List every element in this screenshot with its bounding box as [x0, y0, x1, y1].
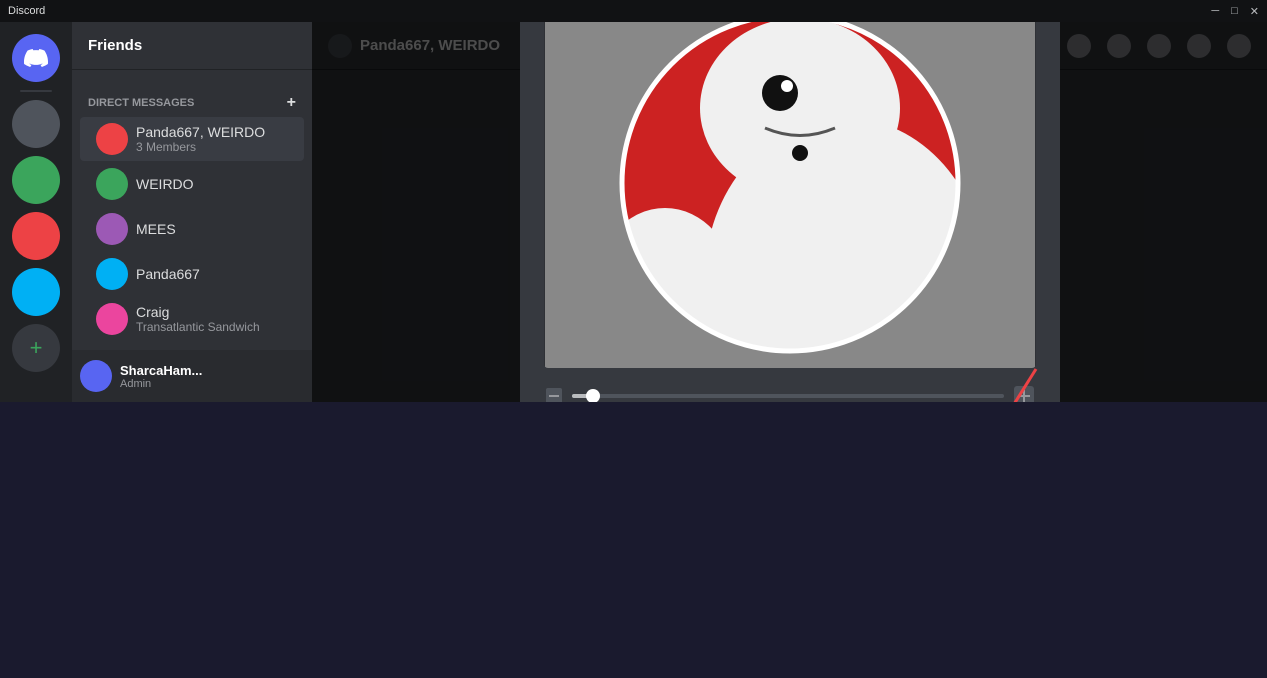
channel-sidebar-header: Friends — [72, 22, 312, 70]
channel-sub-craig: Transatlantic Sandwich — [136, 320, 260, 334]
username: SharcaHam... — [120, 363, 202, 378]
channel-list: DIRECT MESSAGES + Panda667, WEIRDO 3 Mem… — [72, 70, 312, 350]
channel-name-mees: MEES — [136, 221, 176, 237]
server-icon-1[interactable] — [12, 100, 60, 148]
channel-item-mees[interactable]: MEES — [80, 207, 304, 251]
add-server-button[interactable]: + — [12, 324, 60, 372]
discord-logo-icon — [24, 49, 48, 67]
overlay-backdrop: EDIT IMAGE — [312, 22, 1267, 402]
user-avatar — [80, 360, 112, 392]
zoom-out-icon — [544, 386, 564, 402]
server-sidebar: + — [0, 22, 72, 402]
channel-avatar-panda-weirdo — [96, 123, 128, 155]
channel-info-weirdo: WEIRDO — [136, 176, 194, 192]
baymax-svg — [544, 22, 1036, 368]
user-area: SharcaHam... Admin — [72, 350, 312, 402]
channel-info-mees: MEES — [136, 221, 176, 237]
channel-avatar-weirdo — [96, 168, 128, 200]
close-button[interactable]: ✕ — [1250, 5, 1259, 18]
channel-sub-panda-weirdo: 3 Members — [136, 140, 265, 154]
chat-area: Panda667, WEIRDO Pan Welcome EDIT IMAGE — [312, 22, 1267, 402]
channel-name-panda-weirdo: Panda667, WEIRDO — [136, 124, 265, 140]
image-preview-container — [544, 22, 1036, 368]
channel-name-craig: Craig — [136, 304, 260, 320]
channel-item-panda-weirdo[interactable]: Panda667, WEIRDO 3 Members — [80, 117, 304, 161]
minimize-button[interactable]: ─ — [1211, 5, 1219, 17]
zoom-in-icon — [1012, 384, 1036, 402]
channel-sidebar: Friends DIRECT MESSAGES + Panda667, WEIR… — [72, 22, 312, 402]
channel-item-weirdo[interactable]: WEIRDO — [80, 162, 304, 206]
channel-avatar-mees — [96, 213, 128, 245]
user-tag: Admin — [120, 378, 202, 390]
channel-sidebar-title: Friends — [88, 37, 142, 54]
channel-name-weirdo: WEIRDO — [136, 176, 194, 192]
channel-item-panda667[interactable]: Panda667 — [80, 252, 304, 296]
zoom-slider-thumb[interactable] — [586, 389, 600, 402]
server-icon-4[interactable] — [12, 268, 60, 316]
server-icon-2[interactable] — [12, 156, 60, 204]
maximize-button[interactable]: □ — [1231, 5, 1238, 17]
channel-info-craig: Craig Transatlantic Sandwich — [136, 304, 260, 334]
add-dm-button[interactable]: + — [287, 94, 296, 112]
app-title: Discord — [8, 5, 45, 17]
dm-section-header: DIRECT MESSAGES + — [72, 78, 312, 116]
channel-name-panda667: Panda667 — [136, 266, 200, 282]
title-bar-left: Discord — [8, 5, 45, 17]
server-icon-3[interactable] — [12, 212, 60, 260]
channel-avatar-craig — [96, 303, 128, 335]
zoom-slider[interactable] — [572, 394, 1004, 398]
main-layout: + Friends DIRECT MESSAGES + Panda667, WE… — [0, 22, 1267, 402]
channel-info-panda667: Panda667 — [136, 266, 200, 282]
channel-info-panda-weirdo: Panda667, WEIRDO 3 Members — [136, 124, 265, 154]
server-divider — [20, 90, 52, 92]
user-info: SharcaHam... Admin — [120, 363, 202, 390]
title-bar-controls: ─ □ ✕ — [1211, 5, 1259, 18]
channel-item-craig[interactable]: Craig Transatlantic Sandwich — [80, 297, 304, 341]
title-bar: Discord ─ □ ✕ — [0, 0, 1267, 22]
channel-avatar-panda667 — [96, 258, 128, 290]
server-icon-home[interactable] — [12, 34, 60, 82]
zoom-slider-area — [544, 384, 1036, 402]
edit-image-dialog: EDIT IMAGE — [520, 22, 1060, 402]
